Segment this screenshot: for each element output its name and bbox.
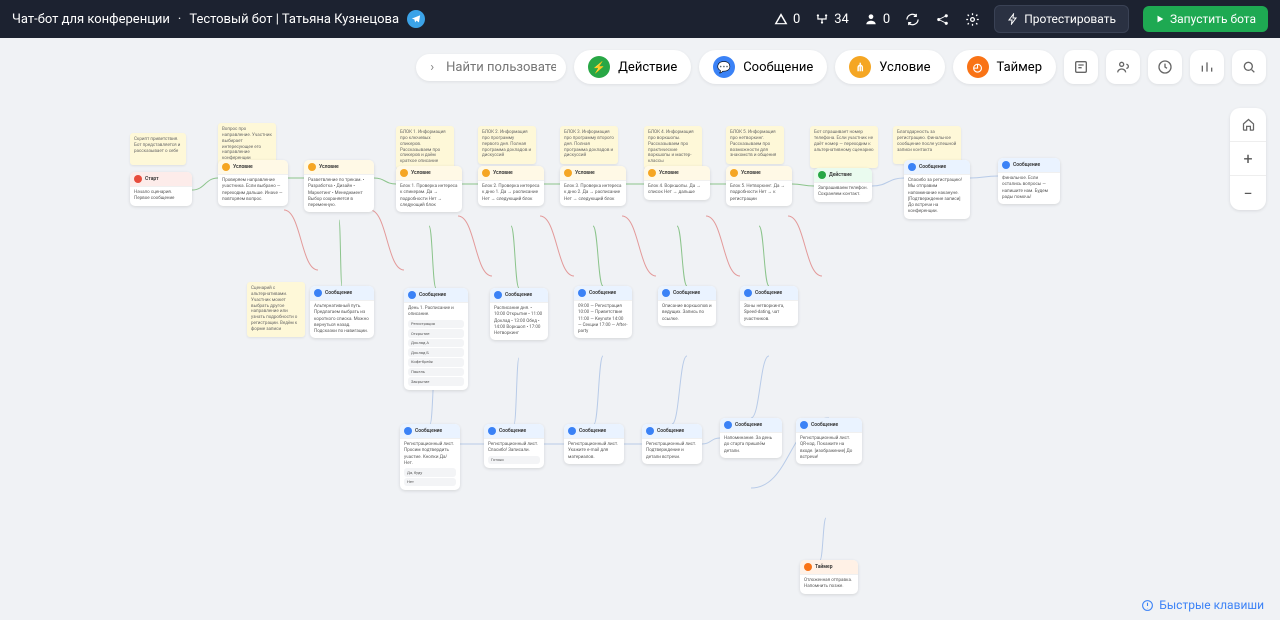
flow-node[interactable]: УсловиеРазветвление по трекам. • Разрабо… xyxy=(304,160,374,212)
sticky-note[interactable]: БЛОК 5. Информация про нетворкинг. Расск… xyxy=(726,126,784,164)
sticky-note[interactable]: БЛОК 3. Информация про программу второго… xyxy=(560,126,618,164)
sticky-note[interactable]: Благодарность за регистрацию. Финальное … xyxy=(893,126,961,164)
nodes-stat[interactable]: 34 xyxy=(814,11,849,27)
flow-node[interactable]: СообщениеРегистрационный лист. Просим по… xyxy=(400,424,460,490)
flow-node[interactable]: СообщениеРегистрационный лист. Подтвержд… xyxy=(642,424,702,464)
run-button[interactable]: Запустить бота xyxy=(1143,6,1268,32)
flow-node[interactable]: СообщениеЗоны нетворкинга, Speed-dating,… xyxy=(740,286,798,326)
flow-node[interactable]: УсловиеБлок 4. Воркшопы. Да → список Нет… xyxy=(644,166,710,200)
flow-canvas[interactable]: Скрипт приветствия. Бот представляется и… xyxy=(0,38,1280,620)
sticky-note[interactable]: Сценарий с альтернативами. Участник може… xyxy=(247,282,305,337)
share-icon[interactable] xyxy=(934,11,950,27)
flow-node[interactable]: УсловиеБлок 1. Проверка интереса к спике… xyxy=(396,166,462,212)
app-header: Чат-бот для конференции · Тестовый бот |… xyxy=(0,0,1280,38)
flow-node[interactable]: СообщениеФинальное. Если остались вопрос… xyxy=(998,158,1060,204)
flow-node[interactable]: УсловиеБлок 3. Проверка интереса к дню 2… xyxy=(560,166,626,206)
flow-icon xyxy=(814,11,830,27)
user-icon xyxy=(863,11,879,27)
separator: · xyxy=(178,12,181,27)
bot-name: Тестовый бот | Татьяна Кузнецова xyxy=(189,12,399,27)
shortcuts-link[interactable]: Быстрые клавиши xyxy=(1141,598,1264,612)
warning-icon xyxy=(773,11,789,27)
flow-node[interactable]: СообщениеРегистрационный лист. QR-код. П… xyxy=(796,418,862,464)
flow-node[interactable]: УсловиеБлок 5. Нетворкинг. Да → подробно… xyxy=(726,166,792,206)
flow-node[interactable]: СообщениеДень 1. Расписание и описание.Р… xyxy=(404,288,468,390)
flow-node[interactable]: СообщениеНапоминание. За день до старта … xyxy=(720,418,782,458)
flow-node[interactable]: СообщениеАльтернативный путь. Предлагаем… xyxy=(310,286,374,338)
flow-node[interactable]: УсловиеБлок 2. Проверка интереса к дню 1… xyxy=(478,166,544,206)
flow-node[interactable]: УсловиеПроверяем направление участника. … xyxy=(218,160,288,206)
test-button[interactable]: Протестировать xyxy=(994,5,1129,33)
flow-node[interactable]: СообщениеРасписание дня. • 10:00 Открыти… xyxy=(490,288,548,340)
sticky-note[interactable]: Бот спрашивает номер телефона. Если учас… xyxy=(810,126,878,168)
flow-node[interactable]: ТаймерОтложенная отправка. Напомнить поз… xyxy=(800,560,858,594)
warnings-stat[interactable]: 0 xyxy=(773,11,800,27)
flow-node[interactable]: ДействиеЗапрашиваем телефон. Сохраняем к… xyxy=(814,168,872,202)
flow-node[interactable]: СообщениеСпасибо за регистрацию! Мы отпр… xyxy=(904,160,970,219)
telegram-icon xyxy=(407,10,425,28)
sticky-note[interactable]: БЛОК 4. Информация про воркшопы. Рассказ… xyxy=(644,126,702,169)
gear-icon[interactable] xyxy=(964,11,980,27)
sticky-note[interactable]: БЛОК 2. Информация про программу первого… xyxy=(478,126,536,164)
sticky-note[interactable]: БЛОК 1. Информация про ключевых спикеров… xyxy=(396,126,454,169)
flow-node[interactable]: СообщениеРегистрационный лист. Укажите e… xyxy=(564,424,624,464)
flow-node[interactable]: Сообщение09:00 — Регистрация 10:00 — При… xyxy=(574,286,632,338)
users-stat[interactable]: 0 xyxy=(863,11,890,27)
sticky-note[interactable]: Скрипт приветствия. Бот представляется и… xyxy=(130,133,186,165)
flow-node[interactable]: СтартНачало сценария. Первое сообщение xyxy=(130,172,192,206)
project-name: Чат-бот для конференции xyxy=(12,12,170,27)
flow-node[interactable]: СообщениеРегистрационный лист. Спасибо! … xyxy=(484,424,544,468)
flow-node[interactable]: СообщениеОписание воркшопов и ведущих. З… xyxy=(658,286,716,326)
sync-icon[interactable] xyxy=(904,11,920,27)
